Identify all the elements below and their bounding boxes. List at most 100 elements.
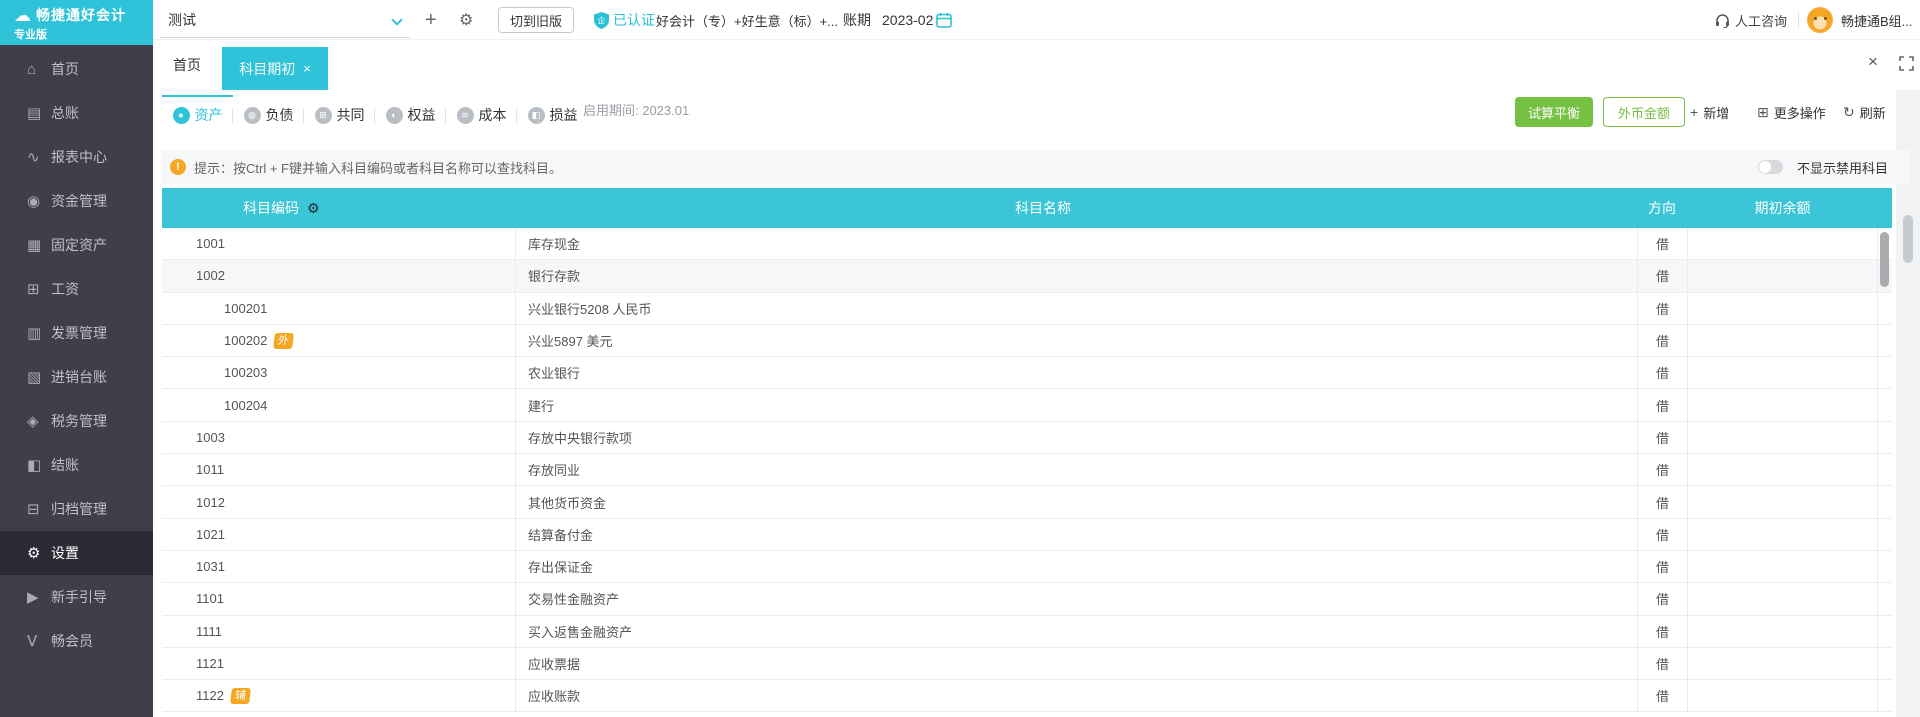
table-row[interactable]: 1101 交易性金融资产 借 [162,583,1892,616]
table-row[interactable]: 1012 其他货币资金 借 [162,486,1892,519]
category-tab[interactable]: ⊞ 共同 [304,95,375,133]
sidebar-item[interactable]: ▶ 新手引导 [0,575,153,619]
close-tab-icon[interactable]: × [303,61,311,76]
sidebar-item[interactable]: ⚙ 设置 [0,531,153,575]
cell-name[interactable]: 交易性金融资产 [515,583,1637,615]
cell-balance[interactable] [1687,680,1878,712]
switch-old-version-button[interactable]: 切到旧版 [498,7,575,33]
sidebar-item[interactable]: ◉ 资金管理 [0,179,153,223]
sidebar-item[interactable]: ∿ 报表中心 [0,135,153,179]
category-tab[interactable]: ≋ 成本 [446,95,517,133]
cell-balance[interactable] [1687,615,1878,647]
sidebar-item[interactable]: ▤ 总账 [0,91,153,135]
table-row[interactable]: 100202 外 兴业5897 美元 借 [162,324,1892,358]
sidebar-item[interactable]: ⊞ 工资 [0,267,153,311]
cell-balance[interactable] [1687,260,1878,292]
cell-code[interactable]: 1002 [162,268,515,283]
cell-name[interactable]: 应收账款 [515,680,1637,712]
support-link[interactable]: 人工咨询 [1715,0,1787,40]
close-icon[interactable]: × [1868,52,1878,72]
add-workspace-icon[interactable]: + [425,0,437,40]
cell-code[interactable]: 100201 [162,301,515,316]
cell-balance[interactable] [1687,647,1878,680]
cell-code[interactable]: 1101 [162,591,515,606]
cell-name[interactable]: 建行 [515,389,1637,421]
cell-balance[interactable] [1687,421,1878,454]
cell-name[interactable]: 农业银行 [515,357,1637,389]
page-scrollbar-track[interactable] [1896,90,1920,717]
cell-name[interactable]: 存放中央银行款项 [515,421,1637,454]
cell-code[interactable]: 100203 [162,365,515,380]
cell-balance[interactable] [1687,486,1878,518]
product-names[interactable]: 好会计（专）+好生意（标）+... [656,0,838,40]
period-value[interactable]: 2023-02 [882,0,933,40]
table-row[interactable]: 100203 农业银行 借 [162,357,1892,390]
chevron-down-icon[interactable] [391,14,403,26]
cell-name[interactable]: 应收票据 [515,647,1637,680]
cell-name[interactable]: 存放同业 [515,454,1637,486]
category-tab[interactable]: ◧ 损益 [517,95,588,133]
calendar-icon[interactable] [936,0,952,40]
cell-name[interactable]: 库存现金 [515,228,1637,260]
table-row[interactable]: 100204 建行 借 [162,389,1892,422]
workspace-selector[interactable]: 测试 [168,0,196,40]
avatar[interactable] [1807,7,1833,33]
table-row[interactable]: 1002 银行存款 借 [162,260,1892,293]
cell-code[interactable]: 1111 [162,624,515,639]
sidebar-item[interactable]: Ⅴ 畅会员 [0,619,153,663]
table-row[interactable]: 1031 存出保证金 借 [162,550,1892,584]
page-scrollbar-thumb[interactable] [1903,215,1913,263]
cell-balance[interactable] [1687,228,1878,260]
cell-code[interactable]: 100204 [162,398,515,413]
table-row[interactable]: 1121 应收票据 借 [162,647,1892,681]
sidebar-item[interactable]: ⌂ 首页 [0,47,153,91]
trial-balance-button[interactable]: 试算平衡 [1515,97,1593,127]
table-row[interactable]: 1021 结算备付金 借 [162,518,1892,551]
cell-balance[interactable] [1687,357,1878,389]
sidebar-item[interactable]: ▥ 发票管理 [0,311,153,355]
table-scrollbar-thumb[interactable] [1880,232,1889,287]
cell-code[interactable]: 1121 [162,656,515,671]
cell-balance[interactable] [1687,583,1878,615]
sidebar-item[interactable]: ▧ 进销台账 [0,355,153,399]
cell-code[interactable]: 1001 [162,236,515,251]
cell-name[interactable]: 存出保证金 [515,550,1637,583]
sidebar-item[interactable]: ⊟ 归档管理 [0,487,153,531]
cell-balance[interactable] [1687,518,1878,550]
cell-balance[interactable] [1687,324,1878,357]
table-row[interactable]: 1122 辅 应收账款 借 [162,680,1892,713]
table-row[interactable]: 1003 存放中央银行款项 借 [162,421,1892,455]
category-tab[interactable]: ◍ 负债 [233,95,304,133]
cell-code[interactable]: 1021 [162,527,515,542]
table-row[interactable]: 1001 库存现金 借 [162,228,1892,261]
cell-balance[interactable] [1687,454,1878,486]
hide-disabled-toggle[interactable] [1758,160,1783,174]
cell-name[interactable]: 结算备付金 [515,518,1637,550]
cell-code[interactable]: 1031 [162,559,515,574]
more-actions-button[interactable]: ⊞ 更多操作 [1757,90,1826,134]
certified-badge[interactable]: 企 已认证 [594,0,655,40]
table-row[interactable]: 100201 兴业银行5208 人民币 借 [162,292,1892,325]
cell-code[interactable]: 1011 [162,462,515,477]
fullscreen-icon[interactable] [1899,56,1914,71]
cell-code[interactable]: 1012 [162,495,515,510]
cell-name[interactable]: 买入返售金融资产 [515,615,1637,647]
sidebar-item[interactable]: ▦ 固定资产 [0,223,153,267]
add-button[interactable]: + 新增 [1690,90,1729,134]
cell-name[interactable]: 其他货币资金 [515,486,1637,518]
table-row[interactable]: 1111 买入返售金融资产 借 [162,615,1892,648]
cell-balance[interactable] [1687,550,1878,583]
cell-code[interactable]: 1122 辅 [162,687,515,704]
sidebar-item[interactable]: ◧ 结账 [0,443,153,487]
cell-name[interactable]: 兴业银行5208 人民币 [515,292,1637,324]
sidebar-item[interactable]: ◈ 税务管理 [0,399,153,443]
gear-icon[interactable]: ⚙ [459,0,473,40]
refresh-button[interactable]: ↻ 刷新 [1843,90,1886,134]
tab-home[interactable]: 首页 [173,40,201,90]
category-tab[interactable]: ● 资产 [162,95,233,133]
cell-code[interactable]: 100202 外 [162,332,515,349]
account-name[interactable]: 畅捷通B组... [1841,0,1913,40]
cell-name[interactable]: 银行存款 [515,260,1637,292]
tab-subject-opening[interactable]: 科目期初 × [222,47,328,90]
foreign-currency-button[interactable]: 外币金额 [1603,97,1685,127]
